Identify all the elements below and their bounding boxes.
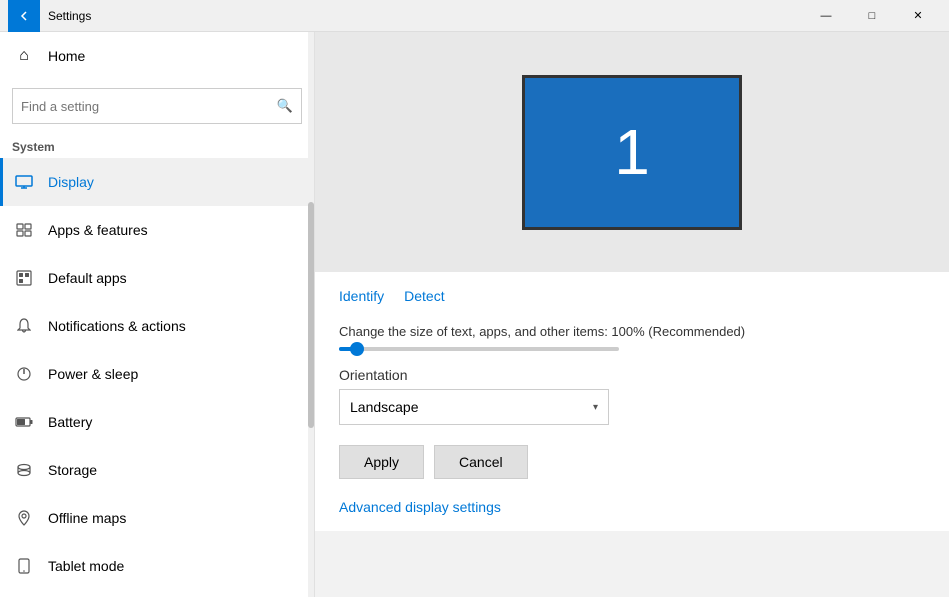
- scroll-thumb[interactable]: [308, 202, 314, 428]
- sidebar-item-battery[interactable]: Battery: [0, 398, 314, 446]
- default-apps-label: Default apps: [48, 270, 127, 286]
- apps-features-label: Apps & features: [48, 222, 148, 238]
- detect-button[interactable]: Detect: [404, 288, 444, 304]
- storage-icon: [12, 458, 36, 482]
- section-label: System: [0, 132, 314, 158]
- home-icon: ⌂: [12, 44, 36, 68]
- monitor-number: 1: [614, 115, 650, 189]
- battery-label: Battery: [48, 414, 92, 430]
- window-controls: — □ ✕: [803, 0, 941, 32]
- orientation-value: Landscape: [350, 399, 419, 415]
- search-box: 🔍: [12, 88, 302, 124]
- scale-setting-row: Change the size of text, apps, and other…: [339, 324, 925, 351]
- sidebar-item-storage[interactable]: Storage: [0, 446, 314, 494]
- action-button-row: Apply Cancel: [339, 445, 925, 479]
- apps-icon: [12, 218, 36, 242]
- sidebar: ⌂ Home 🔍 System Display: [0, 32, 315, 597]
- minimize-button[interactable]: —: [803, 0, 849, 32]
- offline-maps-label: Offline maps: [48, 510, 126, 526]
- advanced-display-link[interactable]: Advanced display settings: [339, 499, 501, 515]
- orientation-select[interactable]: Landscape ▾: [339, 389, 609, 425]
- power-icon: [12, 362, 36, 386]
- slider-thumb[interactable]: [350, 342, 364, 356]
- back-button[interactable]: [8, 0, 40, 32]
- search-input[interactable]: [13, 99, 269, 114]
- monitor-frame: 1: [522, 75, 742, 230]
- maximize-button[interactable]: □: [849, 0, 895, 32]
- identify-detect-row: Identify Detect: [339, 288, 925, 304]
- power-sleep-label: Power & sleep: [48, 366, 138, 382]
- orientation-setting-row: Orientation Landscape ▾: [339, 367, 925, 425]
- display-preview: 1: [315, 32, 949, 272]
- offline-maps-icon: [12, 506, 36, 530]
- slider-track: [339, 347, 619, 351]
- display-icon: [12, 170, 36, 194]
- search-icon[interactable]: 🔍: [269, 90, 301, 122]
- scale-label: Change the size of text, apps, and other…: [339, 324, 925, 339]
- scale-slider-container: [339, 347, 619, 351]
- window-title: Settings: [48, 9, 803, 23]
- home-label: Home: [48, 48, 85, 64]
- titlebar: Settings — □ ✕: [0, 0, 949, 32]
- content-area: 1 Identify Detect Change the size of tex…: [315, 32, 949, 597]
- default-apps-icon: [12, 266, 36, 290]
- chevron-down-icon: ▾: [593, 402, 598, 413]
- tablet-mode-label: Tablet mode: [48, 558, 124, 574]
- sidebar-item-home[interactable]: ⌂ Home: [0, 32, 314, 80]
- storage-label: Storage: [48, 462, 97, 478]
- notifications-icon: [12, 314, 36, 338]
- display-label: Display: [48, 174, 94, 190]
- sidebar-item-display[interactable]: Display: [0, 158, 314, 206]
- sidebar-item-notifications[interactable]: Notifications & actions: [0, 302, 314, 350]
- sidebar-item-tablet-mode[interactable]: Tablet mode: [0, 542, 314, 590]
- sidebar-item-offline-maps[interactable]: Offline maps: [0, 494, 314, 542]
- app-body: ⌂ Home 🔍 System Display: [0, 32, 949, 597]
- sidebar-item-default-apps[interactable]: Default apps: [0, 254, 314, 302]
- battery-icon: [12, 410, 36, 434]
- notifications-label: Notifications & actions: [48, 318, 186, 334]
- close-button[interactable]: ✕: [895, 0, 941, 32]
- orientation-label: Orientation: [339, 367, 925, 383]
- sidebar-item-power-sleep[interactable]: Power & sleep: [0, 350, 314, 398]
- apply-button[interactable]: Apply: [339, 445, 424, 479]
- identify-button[interactable]: Identify: [339, 288, 384, 304]
- settings-panel: Identify Detect Change the size of text,…: [315, 272, 949, 531]
- tablet-mode-icon: [12, 554, 36, 578]
- scroll-track: [308, 32, 314, 597]
- sidebar-item-apps-features[interactable]: Apps & features: [0, 206, 314, 254]
- cancel-button[interactable]: Cancel: [434, 445, 528, 479]
